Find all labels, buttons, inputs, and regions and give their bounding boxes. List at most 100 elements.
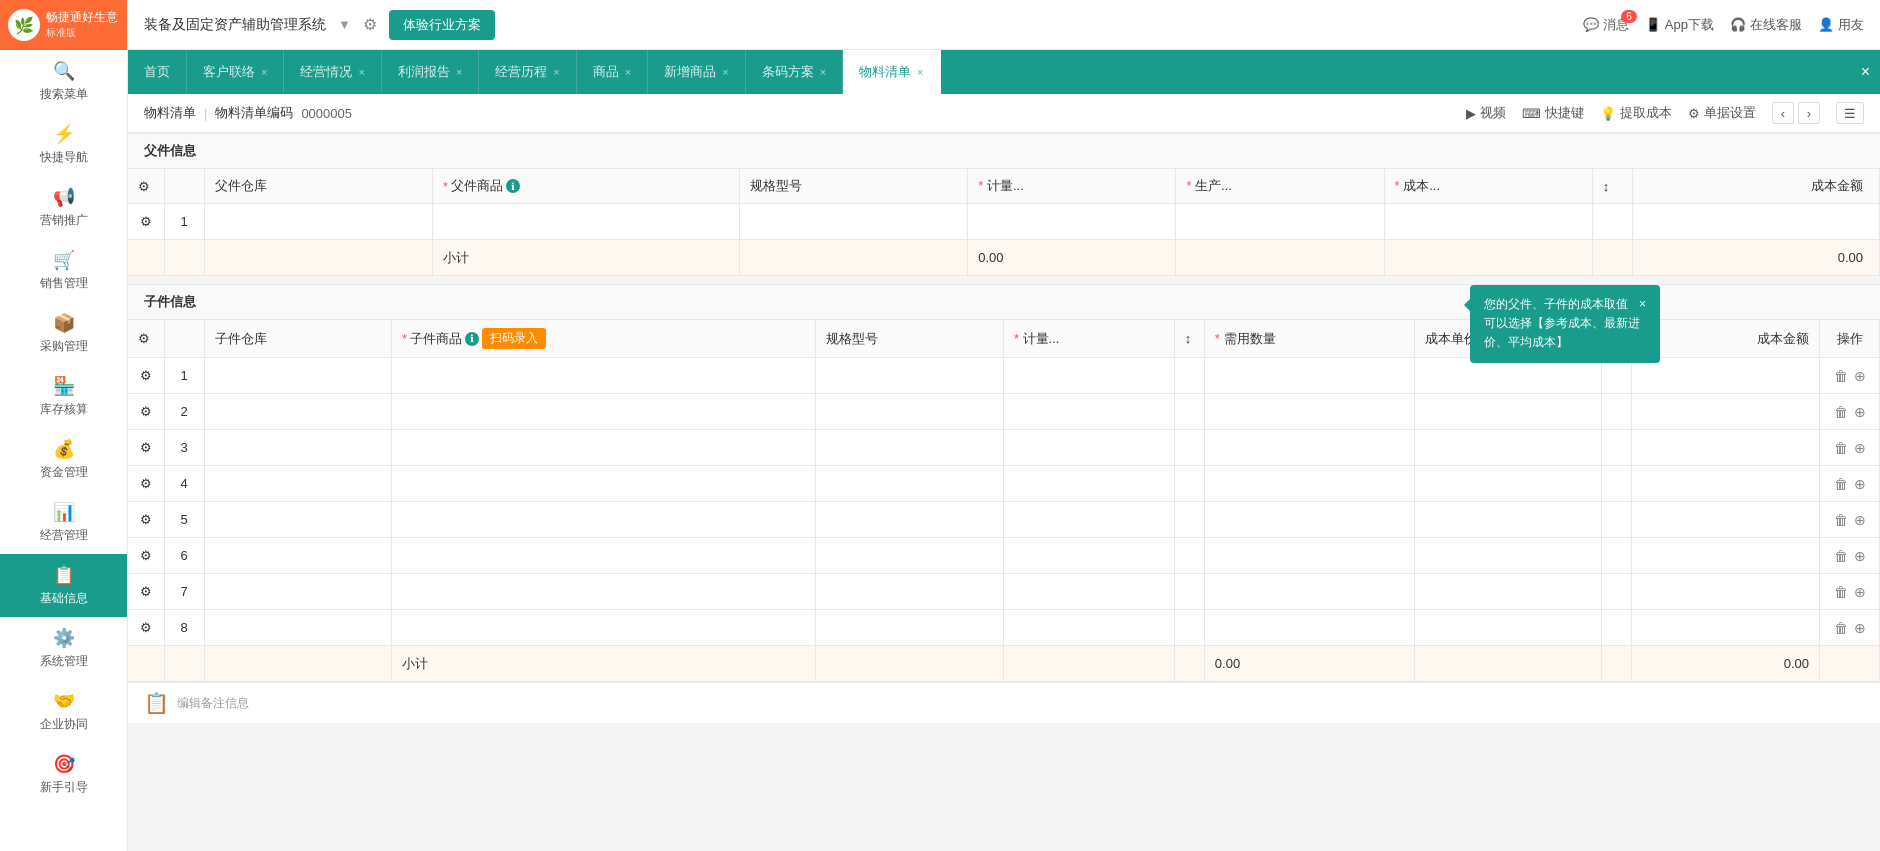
child-row-goods[interactable] — [392, 502, 816, 538]
dropdown-icon[interactable]: ▼ — [338, 17, 351, 32]
delete-icon[interactable]: 🗑 — [1834, 476, 1848, 492]
copy-icon[interactable]: ⊕ — [1854, 584, 1866, 600]
parent-row-warehouse[interactable] — [204, 204, 432, 240]
sidebar-item-system[interactable]: ⚙️ 系统管理 — [0, 617, 127, 680]
child-row-unit[interactable] — [1003, 430, 1174, 466]
child-row-unit-price[interactable] — [1414, 466, 1602, 502]
child-row-warehouse[interactable] — [204, 538, 392, 574]
child-row-goods[interactable] — [392, 394, 816, 430]
child-row-goods[interactable] — [392, 610, 816, 646]
child-row-warehouse[interactable] — [204, 394, 392, 430]
child-row-unit[interactable] — [1003, 358, 1174, 394]
child-row-spec[interactable] — [816, 394, 1004, 430]
arrow-left[interactable]: ‹ — [1772, 102, 1794, 124]
delete-icon[interactable]: 🗑 — [1834, 404, 1848, 420]
nav-close-all[interactable]: × — [1851, 63, 1880, 81]
settings-icon[interactable]: ⚙ — [363, 15, 377, 34]
sidebar-item-sales[interactable]: 🛒 销售管理 — [0, 239, 127, 302]
child-row-spec[interactable] — [816, 610, 1004, 646]
copy-icon[interactable]: ⊕ — [1854, 476, 1866, 492]
user-item[interactable]: 👤 用友 — [1818, 16, 1864, 34]
child-col-settings[interactable]: ⚙ — [128, 320, 164, 358]
footer-text[interactable]: 编辑备注信息 — [177, 695, 249, 712]
parent-row-settings[interactable]: ⚙ — [128, 204, 164, 240]
tab-operations-close[interactable]: × — [358, 66, 364, 78]
tab-history[interactable]: 经营历程 × — [479, 50, 576, 94]
parent-row-production[interactable] — [1176, 204, 1384, 240]
child-row-settings[interactable]: ⚙ — [128, 466, 164, 502]
child-row-quantity[interactable] — [1204, 358, 1414, 394]
tab-goods[interactable]: 商品 × — [577, 50, 648, 94]
delete-icon[interactable]: 🗑 — [1834, 512, 1848, 528]
child-row-settings[interactable]: ⚙ — [128, 538, 164, 574]
child-row-spec[interactable] — [816, 430, 1004, 466]
child-row-quantity[interactable] — [1204, 502, 1414, 538]
tab-new-goods-close[interactable]: × — [722, 66, 728, 78]
child-row-unit-price[interactable] — [1414, 430, 1602, 466]
tab-bom[interactable]: 物料清单 × — [843, 50, 940, 94]
sidebar-item-basic[interactable]: 📋 基础信息 — [0, 554, 127, 617]
child-row-warehouse[interactable] — [204, 502, 392, 538]
copy-icon[interactable]: ⊕ — [1854, 368, 1866, 384]
child-row-unit-price[interactable] — [1414, 538, 1602, 574]
tooltip-close-button[interactable]: × — [1639, 295, 1646, 314]
child-row-spec[interactable] — [816, 538, 1004, 574]
delete-icon[interactable]: 🗑 — [1834, 440, 1848, 456]
sidebar-item-guide[interactable]: 🎯 新手引导 — [0, 743, 127, 806]
parent-row-cost[interactable] — [1384, 204, 1592, 240]
sidebar-item-purchase[interactable]: 📦 采购管理 — [0, 302, 127, 365]
child-row-quantity[interactable] — [1204, 538, 1414, 574]
delete-icon[interactable]: 🗑 — [1834, 584, 1848, 600]
child-row-goods[interactable] — [392, 358, 816, 394]
child-row-quantity[interactable] — [1204, 394, 1414, 430]
sidebar-item-enterprise[interactable]: 🤝 企业协同 — [0, 680, 127, 743]
child-row-goods[interactable] — [392, 538, 816, 574]
child-row-quantity[interactable] — [1204, 574, 1414, 610]
scan-button[interactable]: 扫码录入 — [482, 328, 546, 349]
tab-bom-close[interactable]: × — [917, 66, 923, 78]
settings-action[interactable]: ⚙ 单据设置 — [1688, 104, 1756, 122]
tab-barcode-close[interactable]: × — [820, 66, 826, 78]
tab-profit-close[interactable]: × — [456, 66, 462, 78]
delete-icon[interactable]: 🗑 — [1834, 368, 1848, 384]
sidebar-item-quicknav[interactable]: ⚡ 快捷导航 — [0, 113, 127, 176]
delete-icon[interactable]: 🗑 — [1834, 548, 1848, 564]
child-row-warehouse[interactable] — [204, 610, 392, 646]
message-icon-item[interactable]: 💬 6 消息 — [1583, 16, 1629, 34]
delete-icon[interactable]: 🗑 — [1834, 620, 1848, 636]
service-item[interactable]: 🎧 在线客服 — [1730, 16, 1802, 34]
tab-goods-close[interactable]: × — [625, 66, 631, 78]
child-row-unit-price[interactable] — [1414, 358, 1602, 394]
tab-customers[interactable]: 客户联络 × — [187, 50, 284, 94]
child-row-unit[interactable] — [1003, 502, 1174, 538]
child-row-warehouse[interactable] — [204, 574, 392, 610]
copy-icon[interactable]: ⊕ — [1854, 620, 1866, 636]
tab-home[interactable]: 首页 — [128, 50, 187, 94]
child-row-settings[interactable]: ⚙ — [128, 502, 164, 538]
tab-barcode[interactable]: 条码方案 × — [746, 50, 843, 94]
parent-row-goods[interactable] — [432, 204, 739, 240]
child-row-unit-price[interactable] — [1414, 574, 1602, 610]
tab-history-close[interactable]: × — [553, 66, 559, 78]
child-row-warehouse[interactable] — [204, 466, 392, 502]
sidebar-item-marketing[interactable]: 📢 营销推广 — [0, 176, 127, 239]
child-row-unit-price[interactable] — [1414, 502, 1602, 538]
child-row-spec[interactable] — [816, 466, 1004, 502]
child-row-settings[interactable]: ⚙ — [128, 610, 164, 646]
sidebar-item-search[interactable]: 🔍 搜索菜单 — [0, 50, 127, 113]
tab-customers-close[interactable]: × — [261, 66, 267, 78]
copy-icon[interactable]: ⊕ — [1854, 404, 1866, 420]
child-row-spec[interactable] — [816, 502, 1004, 538]
child-row-settings[interactable]: ⚙ — [128, 394, 164, 430]
view-action[interactable]: ▶ 视频 — [1466, 104, 1506, 122]
child-row-unit[interactable] — [1003, 466, 1174, 502]
tab-operations[interactable]: 经营情况 × — [284, 50, 381, 94]
child-row-goods[interactable] — [392, 430, 816, 466]
shortcut-action[interactable]: ⌨ 快捷键 — [1522, 104, 1584, 122]
sidebar-item-operation[interactable]: 📊 经营管理 — [0, 491, 127, 554]
child-row-settings[interactable]: ⚙ — [128, 430, 164, 466]
parent-col-settings[interactable]: ⚙ — [128, 169, 164, 204]
child-row-quantity[interactable] — [1204, 430, 1414, 466]
parent-row-spec[interactable] — [739, 204, 967, 240]
child-row-unit[interactable] — [1003, 394, 1174, 430]
